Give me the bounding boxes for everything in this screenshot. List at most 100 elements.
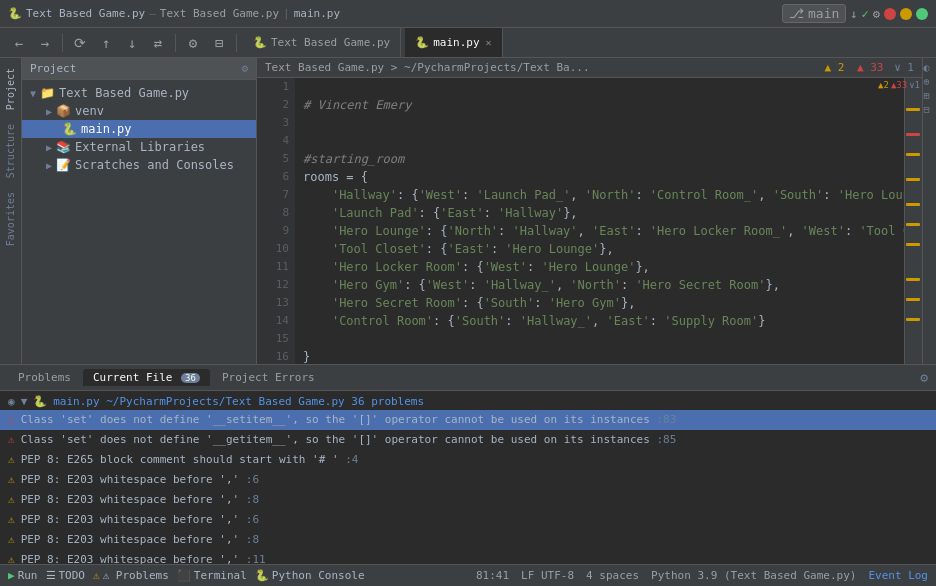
warn-icon-3: ⚠ <box>8 472 15 488</box>
file-problem-header[interactable]: ◉ ▼ 🐍 main.py ~/PycharmProjects/Text Bas… <box>0 393 936 410</box>
tab-active-title[interactable]: main.py <box>294 7 340 20</box>
tree-mainpy-label: main.py <box>81 122 132 136</box>
toolbar-compare-btn[interactable]: ⇄ <box>147 32 169 54</box>
prob4-text: PEP 8: E203 whitespace before ',' <box>21 493 240 506</box>
sync-icon[interactable]: ✓ <box>862 7 869 21</box>
editor-body: 1 2 3 4 5 6 7 8 9 10 11 12 13 14 15 16 1… <box>257 78 922 364</box>
code-line-8: 'Launch Pad': {'East': 'Hallway'}, <box>303 204 896 222</box>
far-left-panel: Project Structure Favorites <box>0 58 22 364</box>
problem-item-6[interactable]: ⚠ PEP 8: E203 whitespace before ',' :8 <box>0 530 936 550</box>
ln-5: 5 <box>257 150 289 168</box>
tree-root[interactable]: ▼ 📁 Text Based Game.py <box>22 84 256 102</box>
tree-venv[interactable]: ▶ 📦 venv <box>22 102 256 120</box>
structure-tab[interactable]: Structure <box>2 118 19 184</box>
yellow-circle[interactable] <box>900 8 912 20</box>
editor-header: Text Based Game.py > ~/PycharmProjects/T… <box>257 58 922 78</box>
code-line-3 <box>303 114 896 132</box>
tab-close-icon[interactable]: ✕ <box>486 37 492 48</box>
file-header-text: main.py ~/PycharmProjects/Text Based Gam… <box>53 395 424 408</box>
problem-text-7: PEP 8: E203 whitespace before ',' :11 <box>21 552 928 564</box>
problem-item-2[interactable]: ⚠ PEP 8: E265 block comment should start… <box>0 450 936 470</box>
prob6-text: PEP 8: E203 whitespace before ',' <box>21 533 240 546</box>
sidebar-icon-1[interactable]: ◐ <box>924 62 936 74</box>
warning-count-header: ▲ 2 ▲ 33 ∨ 1 <box>825 61 915 74</box>
ln-11: 11 <box>257 258 289 276</box>
problem-item-4[interactable]: ⚠ PEP 8: E203 whitespace before ',' :8 <box>0 490 936 510</box>
toolbar-settings-btn[interactable]: ⚙ <box>182 32 204 54</box>
python-console-button[interactable]: 🐍 Python Console <box>255 569 365 582</box>
prob0-text: Class 'set' does not define '__setitem__… <box>21 413 650 426</box>
toolbar-up-btn[interactable]: ↑ <box>95 32 117 54</box>
todo-label: TODO <box>59 569 86 582</box>
code-line-10: 'Tool Closet': {'East': 'Hero Lounge'}, <box>303 240 896 258</box>
ln-4: 4 <box>257 132 289 150</box>
gutter-warn-mark-4 <box>906 178 920 181</box>
app-title: Text Based Game.py <box>26 7 145 20</box>
update-icon[interactable]: ↓ <box>850 7 857 21</box>
project-header-actions: ⚙ <box>241 62 248 75</box>
toolbar-forward-btn[interactable]: → <box>34 32 56 54</box>
tree-scratches[interactable]: ▶ 📝 Scratches and Consoles <box>22 156 256 174</box>
gutter-warn-mark-8 <box>906 278 920 281</box>
gutter-err: ▲33 <box>891 80 907 90</box>
title-sep2: | <box>283 7 290 20</box>
prob5-loc: :6 <box>246 513 259 526</box>
problem-item-7[interactable]: ⚠ PEP 8: E203 whitespace before ',' :11 <box>0 550 936 564</box>
sidebar-icon-3[interactable]: ⊞ <box>924 90 936 102</box>
play-icon: ▶ <box>8 569 15 582</box>
gutter-warn-mark-3 <box>906 153 920 156</box>
problem-item-3[interactable]: ⚠ PEP 8: E203 whitespace before ',' :6 <box>0 470 936 490</box>
tree-external-libs[interactable]: ▶ 📚 External Libraries <box>22 138 256 156</box>
code-line-1 <box>303 78 896 96</box>
settings-icon[interactable]: ⚙ <box>920 370 928 385</box>
project-tree: Project ⚙ ▼ 📁 Text Based Game.py ▶ 📦 ven… <box>22 58 257 364</box>
green-circle[interactable] <box>916 8 928 20</box>
tab-problems[interactable]: Problems <box>8 369 81 386</box>
code-line-6: rooms = { <box>303 168 896 186</box>
red-circle[interactable] <box>884 8 896 20</box>
code-editor[interactable]: # Vincent Emery #starting_room rooms = {… <box>295 78 904 364</box>
tab-project-errors[interactable]: Project Errors <box>212 369 325 386</box>
status-icons: ↓ ✓ ⚙ <box>850 7 928 21</box>
problem-item-1[interactable]: ⚠ Class 'set' does not define '__getitem… <box>0 430 936 450</box>
todo-button[interactable]: ☰ TODO <box>46 569 86 582</box>
tab-text-based[interactable]: 🐍 Text Based Game.py <box>243 28 401 57</box>
terminal-button[interactable]: ⬛ Terminal <box>177 569 247 582</box>
tab-inactive[interactable]: Text Based Game.py <box>160 7 279 20</box>
toolbar-back-btn[interactable]: ← <box>8 32 30 54</box>
project-tab[interactable]: Project <box>2 62 19 116</box>
problem-item-0[interactable]: ⚠ Class 'set' does not define '__setitem… <box>0 410 936 430</box>
favorites-tab[interactable]: Favorites <box>2 186 19 252</box>
toolbar-refresh-btn[interactable]: ⟳ <box>69 32 91 54</box>
toolbar-sep2 <box>175 34 176 52</box>
problem-item-5[interactable]: ⚠ PEP 8: E203 whitespace before ',' :6 <box>0 510 936 530</box>
run-button[interactable]: ▶ Run <box>8 569 38 582</box>
sidebar-icon-2[interactable]: ⊕ <box>924 76 936 88</box>
project-label: Project <box>30 62 76 75</box>
warn-icon-5: ⚠ <box>8 512 15 528</box>
code-line-11: 'Hero Locker Room': {'West': 'Hero Loung… <box>303 258 896 276</box>
toolbar-minus-btn[interactable]: ⊟ <box>208 32 230 54</box>
sidebar-icon-4[interactable]: ⊟ <box>924 104 936 116</box>
tab2-label: main.py <box>433 36 479 49</box>
toolbar-down-btn[interactable]: ↓ <box>121 32 143 54</box>
run-status-icon[interactable]: ⚙ <box>873 7 880 21</box>
venv-icon: 📦 <box>56 104 71 118</box>
code-line-9: 'Hero Lounge': {'North': 'Hallway', 'Eas… <box>303 222 896 240</box>
run-label: Run <box>18 569 38 582</box>
tree-venv-label: venv <box>75 104 104 118</box>
code-line-12: 'Hero Gym': {'West': 'Hallway_', 'North'… <box>303 276 896 294</box>
title-bar-left: 🐍 Text Based Game.py — Text Based Game.p… <box>0 7 348 20</box>
problems-button[interactable]: ⚠ ⚠ Problems <box>93 569 169 582</box>
gutter-warn-mark-10 <box>906 318 920 321</box>
event-log-link[interactable]: Event Log <box>868 569 928 582</box>
tree-scratches-label: Scratches and Consoles <box>75 158 234 172</box>
tab-main[interactable]: 🐍 main.py ✕ <box>405 28 502 57</box>
code-line-2: # Vincent Emery <box>303 96 896 114</box>
tab-current-file[interactable]: Current File 36 <box>83 369 210 386</box>
tree-main-py[interactable]: 🐍 main.py <box>22 120 256 138</box>
problems-icon: ⚠ <box>93 569 100 582</box>
prob7-loc: :11 <box>246 553 266 564</box>
terminal-label: Terminal <box>194 569 247 582</box>
branch-button[interactable]: ⎇ main <box>782 4 846 23</box>
